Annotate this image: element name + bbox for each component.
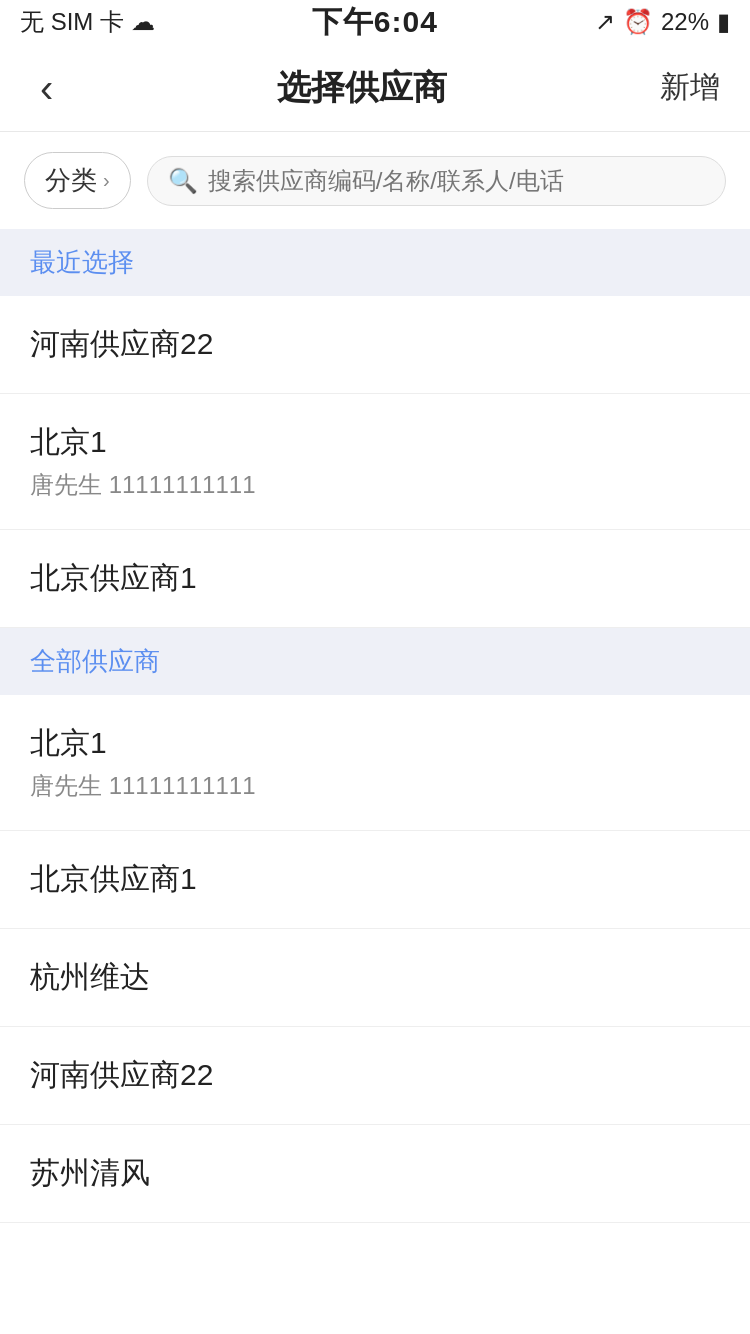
item-sub: 唐先生 11111111111 [30, 770, 720, 802]
recent-section-header: 最近选择 [0, 229, 750, 296]
item-name: 北京供应商1 [30, 558, 720, 599]
search-input[interactable] [208, 167, 705, 195]
status-bar: 无 SIM 卡 ☁ 下午6:04 ↗ ⏰ 22% ▮ [0, 0, 750, 44]
item-name: 河南供应商22 [30, 324, 720, 365]
status-time: 下午6:04 [312, 2, 438, 43]
status-left: 无 SIM 卡 ☁ [20, 6, 155, 38]
item-name: 苏州清风 [30, 1153, 720, 1194]
all-items-list: 北京1 唐先生 11111111111 北京供应商1 杭州维达河南供应商22 苏州清风 [0, 695, 750, 1223]
sim-status: 无 SIM 卡 ☁ [20, 6, 155, 38]
battery-status: 22% [661, 8, 709, 36]
nav-bar: ‹ 选择供应商 新增 [0, 44, 750, 132]
list-item[interactable]: 苏州清风 [0, 1125, 750, 1223]
item-name: 河南供应商22 [30, 1055, 720, 1096]
recent-items-list: 河南供应商22 北京1 唐先生 11111111111 北京供应商1 [0, 296, 750, 628]
list-item[interactable]: 北京供应商1 [0, 530, 750, 628]
status-right: ↗ ⏰ 22% ▮ [595, 8, 730, 36]
search-box: 🔍 [147, 156, 726, 206]
battery-icon: ▮ [717, 8, 730, 36]
page-title: 选择供应商 [277, 65, 447, 111]
item-name: 北京1 [30, 723, 720, 764]
list-item[interactable]: 北京1 唐先生 11111111111 [0, 695, 750, 831]
add-button[interactable]: 新增 [660, 67, 720, 108]
category-label: 分类 [45, 163, 97, 198]
list-item[interactable]: 北京1 唐先生 11111111111 [0, 394, 750, 530]
all-section-header: 全部供应商 [0, 628, 750, 695]
filter-bar: 分类 › 🔍 [0, 132, 750, 229]
item-name: 北京供应商1 [30, 859, 720, 900]
list-item[interactable]: 北京供应商1 [0, 831, 750, 929]
item-sub: 唐先生 11111111111 [30, 469, 720, 501]
location-icon: ↗ [595, 8, 615, 36]
category-button[interactable]: 分类 › [24, 152, 131, 209]
chevron-icon: › [103, 169, 110, 192]
back-button[interactable]: ‹ [30, 58, 63, 118]
alarm-icon: ⏰ [623, 8, 653, 36]
list-item[interactable]: 河南供应商22 [0, 1027, 750, 1125]
item-name: 杭州维达 [30, 957, 720, 998]
list-item[interactable]: 河南供应商22 [0, 296, 750, 394]
search-icon: 🔍 [168, 167, 198, 195]
list-item[interactable]: 杭州维达 [0, 929, 750, 1027]
item-name: 北京1 [30, 422, 720, 463]
